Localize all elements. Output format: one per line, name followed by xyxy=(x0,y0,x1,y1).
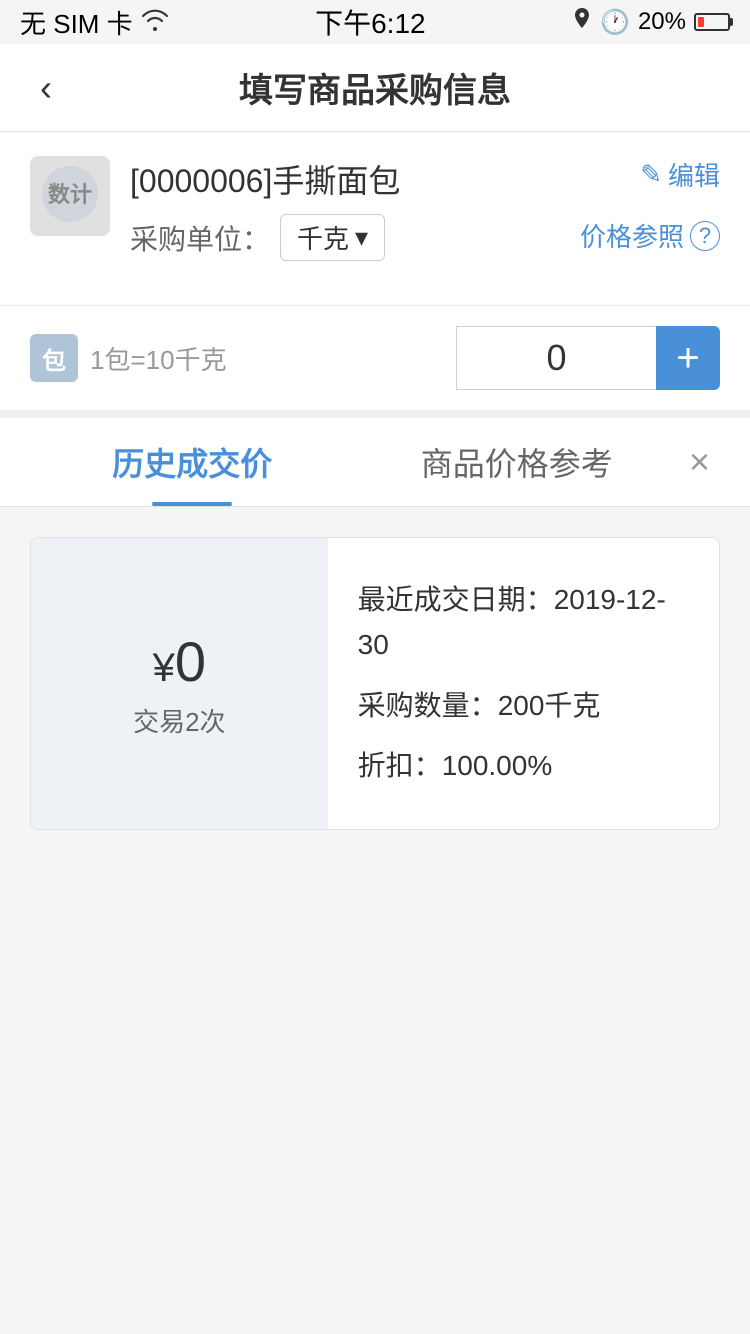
unit-badge: 包 xyxy=(30,334,78,382)
battery-percent: 20% xyxy=(638,8,686,36)
edit-label: 编辑 xyxy=(668,156,720,193)
svg-text:数计: 数计 xyxy=(48,182,92,207)
quantity-label-group: 包 1包=10千克 xyxy=(30,334,227,382)
tab-history-price[interactable]: 历史成交价 xyxy=(30,418,354,506)
battery-icon xyxy=(694,13,730,31)
status-bar: 无 SIM 卡 下午6:12 🕐 20% xyxy=(0,0,750,44)
product-card: 数计 [0000006]手撕面包 采购单位： 千克 ▾ ✎ xyxy=(0,132,750,306)
status-right: 🕐 20% xyxy=(572,8,730,37)
history-card: ¥0 交易2次 最近成交日期：2019-12-30 采购数量：200千克 折扣：… xyxy=(30,537,720,830)
price-symbol: ¥ xyxy=(153,646,175,690)
product-thumbnail: 数计 xyxy=(30,156,110,236)
product-top-row: 数计 [0000006]手撕面包 采购单位： 千克 ▾ ✎ xyxy=(30,156,720,261)
unit-select[interactable]: 千克 ▾ xyxy=(280,214,385,261)
price-ref-label: 价格参照 xyxy=(580,217,684,254)
help-icon: ? xyxy=(690,221,720,251)
history-price-section: ¥0 交易2次 xyxy=(31,538,328,829)
discount-label: 折扣： xyxy=(358,750,442,781)
quantity-section: 包 1包=10千克 + xyxy=(0,306,750,418)
tabs-section: 历史成交价 商品价格参考 × xyxy=(0,418,750,507)
quantity-control: + xyxy=(456,326,720,390)
dropdown-icon: ▾ xyxy=(355,222,368,253)
quantity-label: 采购数量： xyxy=(358,690,498,721)
edit-icon: ✎ xyxy=(640,159,662,190)
quantity-input[interactable] xyxy=(456,326,656,390)
product-info: [0000006]手撕面包 采购单位： 千克 ▾ xyxy=(130,156,400,261)
unit-value: 千克 xyxy=(297,219,349,256)
alarm-icon: 🕐 xyxy=(600,8,630,37)
status-left: 无 SIM 卡 xyxy=(20,4,169,41)
trade-date-row: 最近成交日期：2019-12-30 xyxy=(358,578,689,668)
quantity-plus-button[interactable]: + xyxy=(656,326,720,390)
back-button[interactable]: ‹ xyxy=(30,57,62,119)
wifi-icon xyxy=(141,7,169,38)
location-icon xyxy=(572,8,592,37)
purchase-quantity-row: 采购数量：200千克 xyxy=(358,684,689,729)
product-unit-row: 采购单位： 千克 ▾ xyxy=(130,214,400,261)
edit-button[interactable]: ✎ 编辑 xyxy=(640,156,720,193)
page-title: 填写商品采购信息 xyxy=(239,63,511,112)
quantity-value: 200千克 xyxy=(498,690,601,721)
page-header: ‹ 填写商品采购信息 xyxy=(0,44,750,132)
unit-conversion: 1包=10千克 xyxy=(90,340,227,377)
history-price-display: ¥0 xyxy=(153,629,206,694)
discount-value: 100.00% xyxy=(442,750,553,781)
price-value: 0 xyxy=(175,630,206,693)
close-tabs-button[interactable]: × xyxy=(679,431,720,493)
product-logo: 数计 xyxy=(40,164,100,229)
unit-label: 采购单位： xyxy=(130,218,270,258)
status-time: 下午6:12 xyxy=(315,2,426,42)
price-reference-button[interactable]: 价格参照 ? xyxy=(580,217,720,254)
date-label: 最近成交日期： xyxy=(358,584,554,615)
history-content: ¥0 交易2次 最近成交日期：2019-12-30 采购数量：200千克 折扣：… xyxy=(0,507,750,1107)
product-left-section: 数计 [0000006]手撕面包 采购单位： 千克 ▾ xyxy=(30,156,400,261)
tabs-header: 历史成交价 商品价格参考 × xyxy=(0,418,750,506)
carrier-text: 无 SIM 卡 xyxy=(20,4,133,41)
trade-count: 交易2次 xyxy=(133,702,225,739)
tab-price-reference[interactable]: 商品价格参考 xyxy=(354,418,678,506)
history-detail-section: 最近成交日期：2019-12-30 采购数量：200千克 折扣：100.00% xyxy=(328,538,719,829)
product-name: [0000006]手撕面包 xyxy=(130,156,400,202)
discount-row: 折扣：100.00% xyxy=(358,744,689,789)
